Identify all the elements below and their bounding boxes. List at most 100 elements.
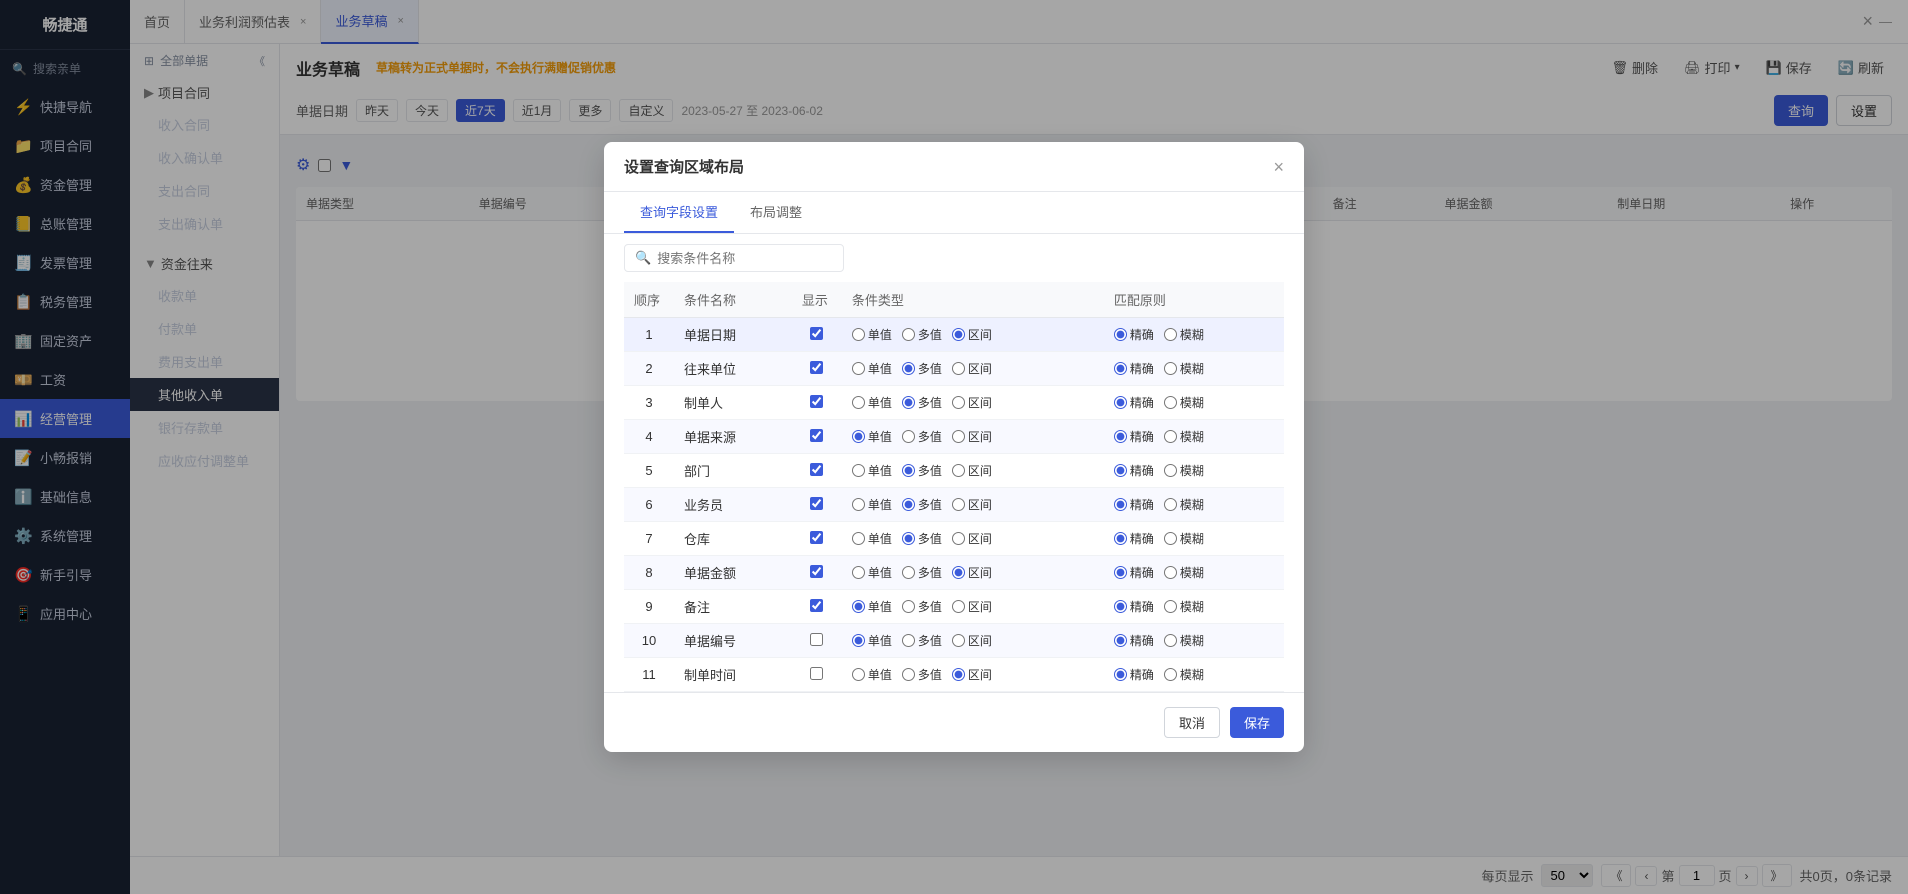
show-checkbox[interactable] [810, 497, 823, 510]
row-show[interactable] [792, 420, 842, 454]
row-condition-type: 单值 多值 区间 [842, 658, 1104, 692]
single-value-radio[interactable]: 单值 [852, 462, 892, 479]
single-value-radio[interactable]: 单值 [852, 326, 892, 343]
show-checkbox[interactable] [810, 531, 823, 544]
row-name: 单据编号 [674, 624, 792, 658]
th-seq: 顺序 [624, 282, 674, 318]
single-value-radio[interactable]: 单值 [852, 360, 892, 377]
row-show[interactable] [792, 454, 842, 488]
multi-value-radio[interactable]: 多值 [902, 428, 942, 445]
single-value-radio[interactable]: 单值 [852, 394, 892, 411]
multi-value-radio[interactable]: 多值 [902, 530, 942, 547]
show-checkbox[interactable] [810, 565, 823, 578]
exact-match-radio[interactable]: 精确 [1114, 598, 1154, 615]
row-show[interactable] [792, 556, 842, 590]
th-name: 条件名称 [674, 282, 792, 318]
exact-match-radio[interactable]: 精确 [1114, 326, 1154, 343]
dialog-tabs: 查询字段设置 布局调整 [604, 192, 1304, 234]
range-radio[interactable]: 区间 [952, 462, 992, 479]
row-show[interactable] [792, 318, 842, 352]
dialog-search-input[interactable] [657, 251, 833, 266]
exact-match-radio[interactable]: 精确 [1114, 462, 1154, 479]
exact-match-radio[interactable]: 精确 [1114, 394, 1154, 411]
show-checkbox[interactable] [810, 327, 823, 340]
row-show[interactable] [792, 658, 842, 692]
multi-value-radio[interactable]: 多值 [902, 666, 942, 683]
multi-value-radio[interactable]: 多值 [902, 564, 942, 581]
row-name: 单据金额 [674, 556, 792, 590]
th-match-rule: 匹配原则 [1104, 282, 1284, 318]
row-show[interactable] [792, 386, 842, 420]
dialog-save-button[interactable]: 保存 [1230, 707, 1284, 738]
show-checkbox[interactable] [810, 667, 823, 680]
fuzzy-match-radio[interactable]: 模糊 [1164, 496, 1204, 513]
single-value-radio[interactable]: 单值 [852, 632, 892, 649]
multi-value-radio[interactable]: 多值 [902, 598, 942, 615]
show-checkbox[interactable] [810, 633, 823, 646]
range-radio[interactable]: 区间 [952, 666, 992, 683]
exact-match-radio[interactable]: 精确 [1114, 428, 1154, 445]
fuzzy-match-radio[interactable]: 模糊 [1164, 326, 1204, 343]
row-name: 仓库 [674, 522, 792, 556]
dialog-close-button[interactable]: × [1273, 158, 1284, 176]
multi-value-radio[interactable]: 多值 [902, 462, 942, 479]
row-seq: 7 [624, 522, 674, 556]
range-radio[interactable]: 区间 [952, 530, 992, 547]
fuzzy-match-radio[interactable]: 模糊 [1164, 666, 1204, 683]
exact-match-radio[interactable]: 精确 [1114, 666, 1154, 683]
show-checkbox[interactable] [810, 599, 823, 612]
single-value-radio[interactable]: 单值 [852, 530, 892, 547]
row-show[interactable] [792, 590, 842, 624]
range-radio[interactable]: 区间 [952, 394, 992, 411]
fuzzy-match-radio[interactable]: 模糊 [1164, 598, 1204, 615]
settings-dialog: 设置查询区域布局 × 查询字段设置 布局调整 🔍 顺序 条件名称 [604, 142, 1304, 752]
single-value-radio[interactable]: 单值 [852, 666, 892, 683]
cancel-button[interactable]: 取消 [1164, 707, 1220, 738]
dialog-table-head: 顺序 条件名称 显示 条件类型 匹配原则 [624, 282, 1284, 318]
show-checkbox[interactable] [810, 361, 823, 374]
row-show[interactable] [792, 488, 842, 522]
dialog-search-area: 🔍 [604, 234, 1304, 282]
exact-match-radio[interactable]: 精确 [1114, 632, 1154, 649]
row-show[interactable] [792, 352, 842, 386]
multi-value-radio[interactable]: 多值 [902, 394, 942, 411]
range-radio[interactable]: 区间 [952, 326, 992, 343]
multi-value-radio[interactable]: 多值 [902, 326, 942, 343]
exact-match-radio[interactable]: 精确 [1114, 530, 1154, 547]
show-checkbox[interactable] [810, 429, 823, 442]
multi-value-radio[interactable]: 多值 [902, 360, 942, 377]
exact-match-radio[interactable]: 精确 [1114, 564, 1154, 581]
range-radio[interactable]: 区间 [952, 598, 992, 615]
row-seq: 11 [624, 658, 674, 692]
fuzzy-match-radio[interactable]: 模糊 [1164, 564, 1204, 581]
range-radio[interactable]: 区间 [952, 632, 992, 649]
dialog-tab-query-fields[interactable]: 查询字段设置 [624, 192, 734, 233]
single-value-radio[interactable]: 单值 [852, 564, 892, 581]
fuzzy-match-radio[interactable]: 模糊 [1164, 428, 1204, 445]
range-radio[interactable]: 区间 [952, 428, 992, 445]
fuzzy-match-radio[interactable]: 模糊 [1164, 360, 1204, 377]
row-show[interactable] [792, 624, 842, 658]
dialog-tab-layout[interactable]: 布局调整 [734, 192, 818, 233]
row-seq: 3 [624, 386, 674, 420]
range-radio[interactable]: 区间 [952, 496, 992, 513]
exact-match-radio[interactable]: 精确 [1114, 360, 1154, 377]
single-value-radio[interactable]: 单值 [852, 428, 892, 445]
row-seq: 4 [624, 420, 674, 454]
row-show[interactable] [792, 522, 842, 556]
search-input-wrap[interactable]: 🔍 [624, 244, 844, 272]
multi-value-radio[interactable]: 多值 [902, 632, 942, 649]
single-value-radio[interactable]: 单值 [852, 496, 892, 513]
show-checkbox[interactable] [810, 395, 823, 408]
single-value-radio[interactable]: 单值 [852, 598, 892, 615]
show-checkbox[interactable] [810, 463, 823, 476]
exact-match-radio[interactable]: 精确 [1114, 496, 1154, 513]
fuzzy-match-radio[interactable]: 模糊 [1164, 462, 1204, 479]
multi-value-radio[interactable]: 多值 [902, 496, 942, 513]
range-radio[interactable]: 区间 [952, 564, 992, 581]
range-radio[interactable]: 区间 [952, 360, 992, 377]
fuzzy-match-radio[interactable]: 模糊 [1164, 530, 1204, 547]
row-name: 制单时间 [674, 658, 792, 692]
fuzzy-match-radio[interactable]: 模糊 [1164, 394, 1204, 411]
fuzzy-match-radio[interactable]: 模糊 [1164, 632, 1204, 649]
